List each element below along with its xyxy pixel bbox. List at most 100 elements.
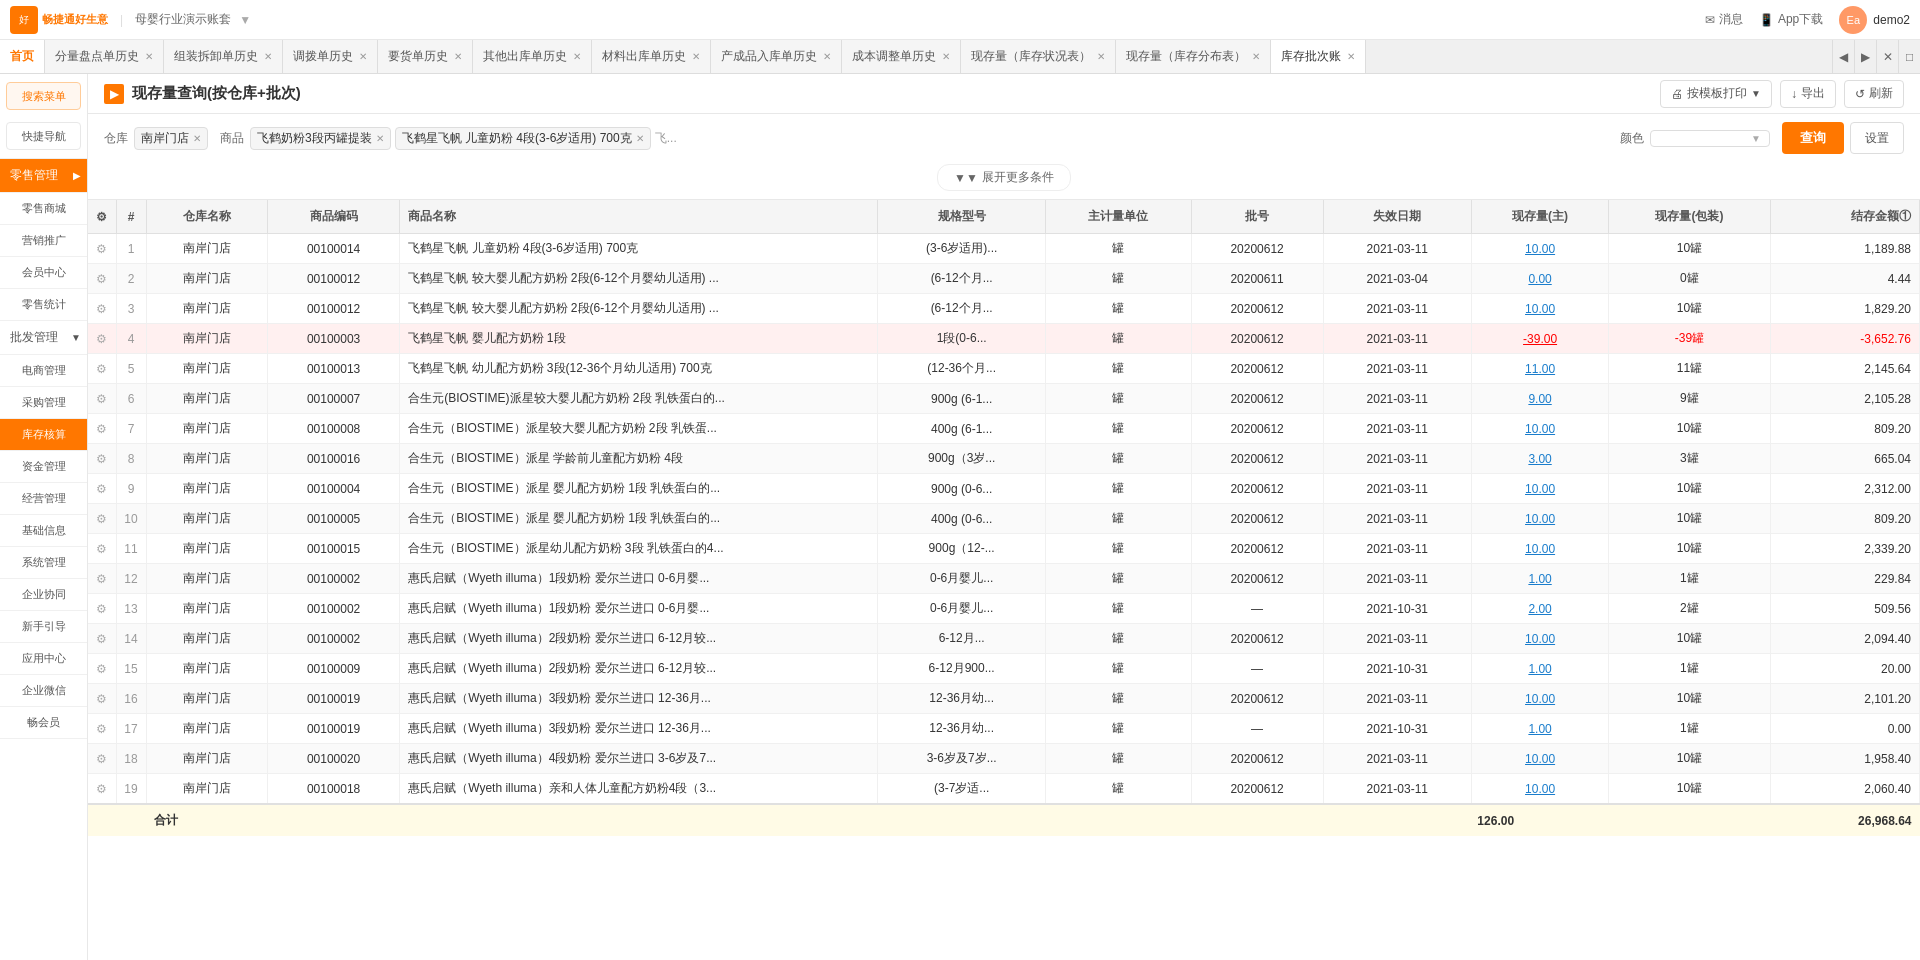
col-gear[interactable]: ⚙ <box>88 200 116 234</box>
sidebar-item-ecommerce[interactable]: 电商管理 <box>0 355 87 387</box>
cell-gear-1[interactable]: ⚙ <box>88 264 116 294</box>
print-btn[interactable]: 🖨 按模板打印 ▼ <box>1660 80 1772 108</box>
sidebar-item-purchase[interactable]: 采购管理 <box>0 387 87 419</box>
tab-nav-next[interactable]: ▶ <box>1854 40 1876 74</box>
cell-qty-main-4[interactable]: 11.00 <box>1471 354 1608 384</box>
tab-tiao_bo-close[interactable]: ✕ <box>359 51 367 62</box>
tab-yao_huo[interactable]: 要货单历史 ✕ <box>378 40 473 74</box>
cell-qty-main-15[interactable]: 10.00 <box>1471 684 1608 714</box>
color-input[interactable]: ▼ <box>1650 130 1770 147</box>
product-tag-1[interactable]: 飞鹤星飞帆 儿童奶粉 4段(3-6岁适用) 700克 ✕ <box>395 127 651 150</box>
sidebar-item-system[interactable]: 系统管理 <box>0 547 87 579</box>
cell-qty-main-9[interactable]: 10.00 <box>1471 504 1608 534</box>
cell-gear-17[interactable]: ⚙ <box>88 744 116 774</box>
sidebar-item-appcenter[interactable]: 应用中心 <box>0 643 87 675</box>
cell-gear-9[interactable]: ⚙ <box>88 504 116 534</box>
cell-qty-main-7[interactable]: 3.00 <box>1471 444 1608 474</box>
cell-gear-16[interactable]: ⚙ <box>88 714 116 744</box>
tab-nav-close[interactable]: ✕ <box>1876 40 1898 74</box>
cell-gear-14[interactable]: ⚙ <box>88 654 116 684</box>
tab-mat_out-close[interactable]: ✕ <box>692 51 700 62</box>
expand-conditions-btn[interactable]: ▼▼ 展开更多条件 <box>937 164 1071 191</box>
cell-gear-12[interactable]: ⚙ <box>88 594 116 624</box>
tab-fen_pan[interactable]: 分量盘点单历史 ✕ <box>45 40 164 74</box>
cell-qty-main-10[interactable]: 10.00 <box>1471 534 1608 564</box>
cell-qty-main-5[interactable]: 9.00 <box>1471 384 1608 414</box>
sidebar-item-retail_shop[interactable]: 零售商城 <box>0 193 87 225</box>
warehouse-tag-close[interactable]: ✕ <box>193 133 201 144</box>
tab-cost_adj-close[interactable]: ✕ <box>942 51 950 62</box>
tab-zu_chai[interactable]: 组装拆卸单历史 ✕ <box>164 40 283 74</box>
cell-gear-11[interactable]: ⚙ <box>88 564 116 594</box>
tab-yao_huo-close[interactable]: ✕ <box>454 51 462 62</box>
tab-inv_status[interactable]: 现存量（库存状况表） ✕ <box>961 40 1116 74</box>
tab-inv_batch-close[interactable]: ✕ <box>1347 51 1355 62</box>
product-tag-more[interactable]: 飞... <box>655 130 677 147</box>
tab-inv_status-close[interactable]: ✕ <box>1097 51 1105 62</box>
tab-inv_batch[interactable]: 库存批次账 ✕ <box>1271 40 1366 74</box>
cell-qty-main-0[interactable]: 10.00 <box>1471 234 1608 264</box>
refresh-btn[interactable]: ↺ 刷新 <box>1844 80 1904 108</box>
cell-gear-4[interactable]: ⚙ <box>88 354 116 384</box>
tab-inv_dist-close[interactable]: ✕ <box>1252 51 1260 62</box>
cell-gear-8[interactable]: ⚙ <box>88 474 116 504</box>
product-tag-1-close[interactable]: ✕ <box>636 133 644 144</box>
app-download-btn[interactable]: 📱 App下载 <box>1759 11 1823 28</box>
sidebar-item-retail_mgmt[interactable]: 零售管理 ▶ <box>0 159 87 193</box>
tab-prod_in[interactable]: 产成品入库单历史 ✕ <box>711 40 842 74</box>
sidebar-item-enterprise[interactable]: 企业协同 <box>0 579 87 611</box>
cell-gear-10[interactable]: ⚙ <box>88 534 116 564</box>
message-btn[interactable]: ✉ 消息 <box>1705 11 1743 28</box>
sidebar-item-basic[interactable]: 基础信息 <box>0 515 87 547</box>
sidebar-item-inventory[interactable]: 库存核算 <box>0 419 87 451</box>
search-menu-btn[interactable]: 搜索菜单 <box>6 82 81 110</box>
cell-qty-main-13[interactable]: 10.00 <box>1471 624 1608 654</box>
cell-gear-13[interactable]: ⚙ <box>88 624 116 654</box>
cell-qty-main-17[interactable]: 10.00 <box>1471 744 1608 774</box>
quick-nav-btn[interactable]: 快捷导航 <box>6 122 81 150</box>
tab-cost_adj[interactable]: 成本调整单历史 ✕ <box>842 40 961 74</box>
tab-mat_out[interactable]: 材料出库单历史 ✕ <box>592 40 711 74</box>
cell-gear-2[interactable]: ⚙ <box>88 294 116 324</box>
tab-fen_pan-close[interactable]: ✕ <box>145 51 153 62</box>
cell-gear-7[interactable]: ⚙ <box>88 444 116 474</box>
sidebar-item-marketing[interactable]: 营销推广 <box>0 225 87 257</box>
expand-sidebar-btn[interactable]: ▶ <box>104 84 124 104</box>
settings-btn[interactable]: 设置 <box>1850 122 1904 154</box>
cell-qty-main-6[interactable]: 10.00 <box>1471 414 1608 444</box>
cell-qty-main-18[interactable]: 10.00 <box>1471 774 1608 805</box>
tab-prod_in-close[interactable]: ✕ <box>823 51 831 62</box>
tab-zu_chai-close[interactable]: ✕ <box>264 51 272 62</box>
tab-tiao_bo[interactable]: 调拨单历史 ✕ <box>283 40 378 74</box>
product-tag-0-close[interactable]: ✕ <box>376 133 384 144</box>
tab-inv_dist[interactable]: 现存量（库存分布表） ✕ <box>1116 40 1271 74</box>
sidebar-item-corpwx[interactable]: 企业微信 <box>0 675 87 707</box>
tab-nav-prev[interactable]: ◀ <box>1832 40 1854 74</box>
cell-gear-15[interactable]: ⚙ <box>88 684 116 714</box>
tab-home[interactable]: 首页 <box>0 40 45 74</box>
cell-qty-main-8[interactable]: 10.00 <box>1471 474 1608 504</box>
tab-other_out-close[interactable]: ✕ <box>573 51 581 62</box>
cell-qty-main-12[interactable]: 2.00 <box>1471 594 1608 624</box>
sidebar-item-operations[interactable]: 经营管理 <box>0 483 87 515</box>
sidebar-item-retail_stats[interactable]: 零售统计 <box>0 289 87 321</box>
query-btn[interactable]: 查询 <box>1782 122 1844 154</box>
cell-gear-0[interactable]: ⚙ <box>88 234 116 264</box>
export-btn[interactable]: ↓ 导出 <box>1780 80 1836 108</box>
warehouse-tag[interactable]: 南岸门店 ✕ <box>134 127 208 150</box>
cell-qty-main-14[interactable]: 1.00 <box>1471 654 1608 684</box>
cell-qty-main-16[interactable]: 1.00 <box>1471 714 1608 744</box>
cell-qty-main-11[interactable]: 1.00 <box>1471 564 1608 594</box>
tab-nav-more[interactable]: □ <box>1898 40 1920 74</box>
product-tag-0[interactable]: 飞鹤奶粉3段丙罐提装 ✕ <box>250 127 391 150</box>
cell-qty-main-2[interactable]: 10.00 <box>1471 294 1608 324</box>
sidebar-item-finance[interactable]: 资金管理 <box>0 451 87 483</box>
cell-gear-6[interactable]: ⚙ <box>88 414 116 444</box>
cell-qty-main-3[interactable]: -39.00 <box>1471 324 1608 354</box>
cell-gear-3[interactable]: ⚙ <box>88 324 116 354</box>
sidebar-item-member[interactable]: 会员中心 <box>0 257 87 289</box>
cell-gear-18[interactable]: ⚙ <box>88 774 116 805</box>
sidebar-item-wholesale[interactable]: 批发管理 ▼ <box>0 321 87 355</box>
sidebar-item-newguide[interactable]: 新手引导 <box>0 611 87 643</box>
sidebar-item-member2[interactable]: 畅会员 <box>0 707 87 739</box>
